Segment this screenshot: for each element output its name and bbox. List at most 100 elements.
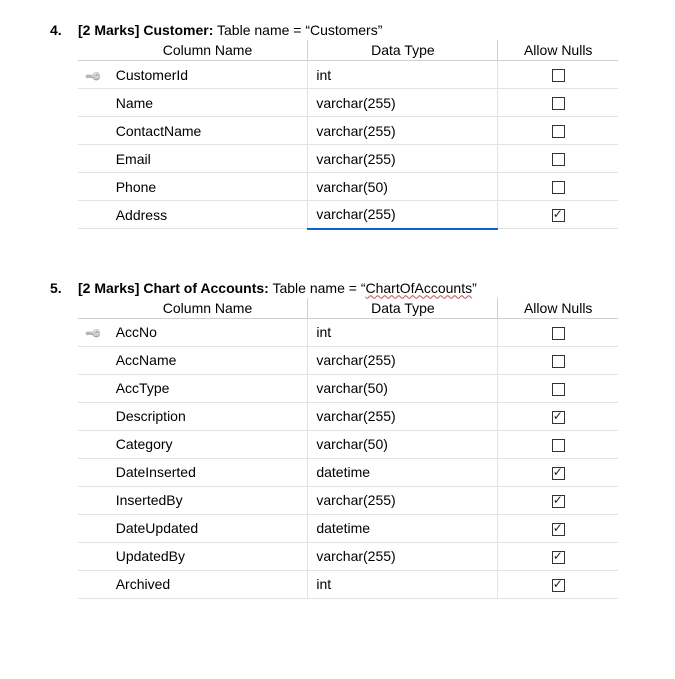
table-row[interactable]: Emailvarchar(255) [78, 145, 618, 173]
data-type-cell[interactable]: varchar(255) [308, 346, 498, 374]
allow-nulls-cell[interactable] [498, 458, 618, 486]
table-row[interactable]: AccNamevarchar(255) [78, 346, 618, 374]
allow-nulls-cell[interactable] [498, 61, 618, 89]
table-designer: Column NameData TypeAllow Nulls🔑Customer… [78, 40, 618, 230]
allow-nulls-cell[interactable] [498, 542, 618, 570]
table-row[interactable]: UpdatedByvarchar(255) [78, 542, 618, 570]
question-number: 4. [50, 22, 78, 38]
question-title: [2 Marks] Customer: Table name = “Custom… [78, 22, 645, 38]
header-key [78, 298, 108, 319]
allow-nulls-checkbox[interactable] [552, 355, 565, 368]
allow-nulls-cell[interactable] [498, 145, 618, 173]
allow-nulls-cell[interactable] [498, 89, 618, 117]
column-name-cell[interactable]: ContactName [108, 117, 308, 145]
column-name-cell[interactable]: CustomerId [108, 61, 308, 89]
column-name-cell[interactable]: AccType [108, 374, 308, 402]
allow-nulls-cell[interactable] [498, 514, 618, 542]
allow-nulls-cell[interactable] [498, 318, 618, 346]
allow-nulls-checkbox[interactable] [552, 69, 565, 82]
key-cell: 🔑 [78, 318, 108, 346]
data-type-cell[interactable]: varchar(255) [308, 486, 498, 514]
allow-nulls-checkbox[interactable] [552, 209, 565, 222]
table-row[interactable]: ContactNamevarchar(255) [78, 117, 618, 145]
allow-nulls-checkbox[interactable] [552, 327, 565, 340]
allow-nulls-checkbox[interactable] [552, 125, 565, 138]
allow-nulls-checkbox[interactable] [552, 181, 565, 194]
allow-nulls-cell[interactable] [498, 201, 618, 229]
data-type-cell[interactable]: varchar(50) [308, 374, 498, 402]
allow-nulls-cell[interactable] [498, 430, 618, 458]
allow-nulls-cell[interactable] [498, 486, 618, 514]
key-cell [78, 145, 108, 173]
data-type-cell[interactable]: int [308, 61, 498, 89]
data-type-cell[interactable]: varchar(255) [308, 402, 498, 430]
allow-nulls-checkbox[interactable] [552, 439, 565, 452]
table-row[interactable]: Archivedint [78, 570, 618, 598]
document-root: 4.[2 Marks] Customer: Table name = “Cust… [30, 22, 645, 599]
column-name-cell[interactable]: Description [108, 402, 308, 430]
allow-nulls-checkbox[interactable] [552, 153, 565, 166]
column-name-cell[interactable]: Archived [108, 570, 308, 598]
column-name-cell[interactable]: Address [108, 201, 308, 229]
data-type-cell[interactable]: varchar(255) [308, 89, 498, 117]
allow-nulls-checkbox[interactable] [552, 383, 565, 396]
data-type-cell[interactable]: varchar(255) [308, 117, 498, 145]
table-name-value: ChartOfAccounts [365, 280, 472, 296]
allow-nulls-cell[interactable] [498, 173, 618, 201]
data-type-cell[interactable]: int [308, 318, 498, 346]
allow-nulls-checkbox[interactable] [552, 551, 565, 564]
table-row[interactable]: 🔑 CustomerIdint [78, 61, 618, 89]
data-type-cell[interactable]: varchar(50) [308, 430, 498, 458]
column-name-cell[interactable]: AccName [108, 346, 308, 374]
allow-nulls-cell[interactable] [498, 570, 618, 598]
header-allow-nulls: Allow Nulls [498, 298, 618, 319]
table-row[interactable]: AccTypevarchar(50) [78, 374, 618, 402]
table-row[interactable]: Addressvarchar(255) [78, 201, 618, 229]
column-name-cell[interactable]: DateUpdated [108, 514, 308, 542]
allow-nulls-checkbox[interactable] [552, 579, 565, 592]
data-type-cell[interactable]: varchar(255) [308, 542, 498, 570]
column-name-cell[interactable]: InsertedBy [108, 486, 308, 514]
allow-nulls-checkbox[interactable] [552, 467, 565, 480]
table-row[interactable]: InsertedByvarchar(255) [78, 486, 618, 514]
data-type-cell[interactable]: datetime [308, 514, 498, 542]
table-name-prefix: Table name = “ [269, 280, 366, 296]
column-name-cell[interactable]: DateInserted [108, 458, 308, 486]
key-cell [78, 89, 108, 117]
table-row[interactable]: 🔑 AccNoint [78, 318, 618, 346]
table-row[interactable]: DateInserteddatetime [78, 458, 618, 486]
column-name-cell[interactable]: Category [108, 430, 308, 458]
data-type-cell[interactable]: int [308, 570, 498, 598]
table-row[interactable]: Categoryvarchar(50) [78, 430, 618, 458]
allow-nulls-checkbox[interactable] [552, 411, 565, 424]
column-name-cell[interactable]: UpdatedBy [108, 542, 308, 570]
table-row[interactable]: Phonevarchar(50) [78, 173, 618, 201]
data-type-cell[interactable]: datetime [308, 458, 498, 486]
question-heading: 4.[2 Marks] Customer: Table name = “Cust… [50, 22, 645, 38]
column-name-cell[interactable]: AccNo [108, 318, 308, 346]
header-data-type: Data Type [308, 40, 498, 61]
question-title: [2 Marks] Chart of Accounts: Table name … [78, 280, 645, 296]
column-name-cell[interactable]: Name [108, 89, 308, 117]
data-type-cell[interactable]: varchar(255) [308, 201, 498, 229]
key-cell [78, 570, 108, 598]
data-type-cell[interactable]: varchar(255) [308, 145, 498, 173]
allow-nulls-cell[interactable] [498, 402, 618, 430]
primary-key-icon: 🔑 [84, 68, 101, 85]
key-cell [78, 173, 108, 201]
allow-nulls-cell[interactable] [498, 117, 618, 145]
allow-nulls-checkbox[interactable] [552, 495, 565, 508]
marks-label: [2 Marks] [78, 280, 143, 296]
allow-nulls-checkbox[interactable] [552, 97, 565, 110]
key-cell [78, 201, 108, 229]
primary-key-icon: 🔑 [84, 326, 101, 343]
table-row[interactable]: DateUpdateddatetime [78, 514, 618, 542]
allow-nulls-cell[interactable] [498, 374, 618, 402]
table-row[interactable]: Descriptionvarchar(255) [78, 402, 618, 430]
data-type-cell[interactable]: varchar(50) [308, 173, 498, 201]
allow-nulls-checkbox[interactable] [552, 523, 565, 536]
column-name-cell[interactable]: Phone [108, 173, 308, 201]
allow-nulls-cell[interactable] [498, 346, 618, 374]
column-name-cell[interactable]: Email [108, 145, 308, 173]
table-row[interactable]: Namevarchar(255) [78, 89, 618, 117]
